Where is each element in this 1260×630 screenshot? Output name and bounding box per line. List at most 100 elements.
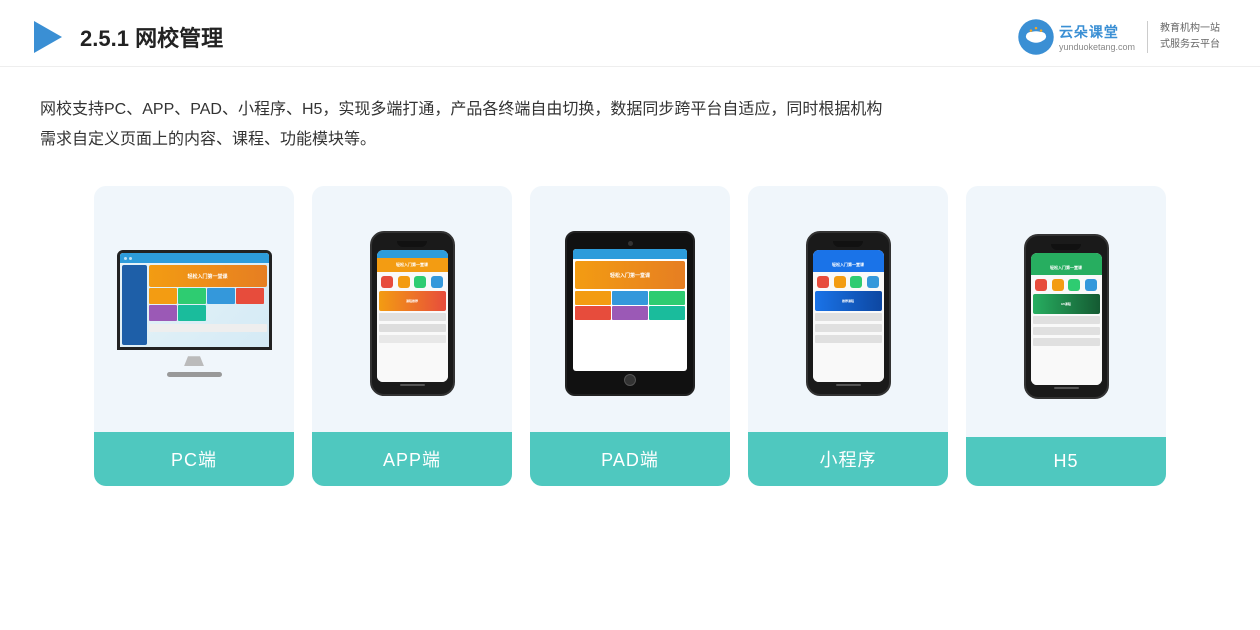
monitor-card <box>178 288 206 304</box>
phone-home-indicator-mini <box>836 384 861 386</box>
phone-icon <box>381 276 393 288</box>
phone-mockup-mini: 轻松入门第一堂课 推荐课程 <box>806 231 891 396</box>
monitor-main: 轻松入门第一堂课 <box>149 265 267 345</box>
phone-content-h5: H5课程 <box>1031 275 1102 385</box>
monitor-dot <box>129 257 132 260</box>
monitor-sidebar <box>122 265 147 345</box>
description-block: 网校支持PC、APP、PAD、小程序、H5，实现多端打通，产品各终端自由切换，数… <box>0 67 1260 166</box>
phone-banner-mini: 推荐课程 <box>815 291 882 311</box>
desktop-mockup: 轻松入门第一堂课 <box>117 250 272 377</box>
phone-content-block-mini <box>815 335 882 343</box>
phone-app-header: 轻松入门第一堂课 <box>377 258 448 272</box>
monitor-dot <box>124 257 127 260</box>
card-pc: 轻松入门第一堂课 <box>94 186 294 486</box>
tablet-camera <box>628 241 633 246</box>
phone-icon-h5 <box>1035 279 1047 291</box>
brand-name-column: 云朵课堂 yunduoketang.com <box>1059 22 1135 52</box>
monitor-card <box>236 288 264 304</box>
page-title: 2.5.1 网校管理 <box>80 21 223 53</box>
card-app-label: APP端 <box>312 432 512 486</box>
brand-logo: 云朵课堂 yunduoketang.com 教育机构一站 式服务云平台 <box>1017 18 1220 56</box>
monitor-stand <box>184 356 204 366</box>
tablet-topbar <box>573 249 687 259</box>
monitor-body: 轻松入门第一堂课 <box>117 250 272 350</box>
phone-banner: 课程推荐 <box>379 291 446 311</box>
brand-divider <box>1147 21 1148 53</box>
phone-mockup-h5: 轻松入门第一堂课 H5课程 <box>1024 234 1109 399</box>
play-icon <box>30 19 66 55</box>
phone-icon-row-mini <box>815 274 882 290</box>
header: 2.5.1 网校管理 云朵课堂 yunduoketang.com <box>0 0 1260 67</box>
phone-icon-row-h5 <box>1033 277 1100 293</box>
phone-home-indicator <box>400 384 425 386</box>
phone-notch-mini <box>833 241 863 247</box>
brand-icon <box>1017 18 1055 56</box>
card-miniprogram-image: 轻松入门第一堂课 推荐课程 <box>748 186 948 432</box>
brand-name-chinese: 云朵课堂 <box>1059 22 1135 42</box>
phone-content-block <box>379 313 446 321</box>
card-h5-image: 轻松入门第一堂课 H5课程 <box>966 186 1166 437</box>
tablet-mockup: 轻松入门第一堂课 <box>565 231 695 396</box>
monitor-card <box>178 305 206 321</box>
phone-status-bar-mini <box>813 250 884 258</box>
phone-content-block <box>379 335 446 343</box>
phone-notch-h5 <box>1051 244 1081 250</box>
phone-content-block-h5 <box>1033 327 1100 335</box>
tablet-banner: 轻松入门第一堂课 <box>575 261 685 289</box>
tablet-content: 轻松入门第一堂课 <box>573 259 687 371</box>
phone-notch <box>397 241 427 247</box>
card-pad-image: 轻松入门第一堂课 <box>530 186 730 432</box>
monitor-card <box>149 305 177 321</box>
card-app-image: 轻松入门第一堂课 课程推荐 <box>312 186 512 432</box>
cards-area: 轻松入门第一堂课 <box>0 166 1260 506</box>
phone-home-indicator-h5 <box>1054 387 1079 389</box>
phone-banner-h5: H5课程 <box>1033 294 1100 314</box>
tablet-screen: 轻松入门第一堂课 <box>573 249 687 371</box>
monitor-content: 轻松入门第一堂课 <box>120 263 269 347</box>
monitor-footer <box>149 324 267 332</box>
phone-app-header-mini: 轻松入门第一堂课 <box>813 258 884 272</box>
tablet-grid-item <box>575 291 611 305</box>
monitor-cards-row <box>149 288 267 321</box>
tablet-grid-item <box>612 291 648 305</box>
phone-status-bar <box>377 250 448 258</box>
phone-icon <box>414 276 426 288</box>
phone-content-block <box>379 324 446 332</box>
brand-url: yunduoketang.com <box>1059 42 1135 52</box>
phone-icon-row <box>379 274 446 290</box>
phone-icon-mini <box>850 276 862 288</box>
phone-content-block-mini <box>815 324 882 332</box>
card-miniprogram-label: 小程序 <box>748 432 948 486</box>
brand-slogan: 教育机构一站 式服务云平台 <box>1160 21 1220 53</box>
tablet-grid <box>575 291 685 320</box>
monitor-banner: 轻松入门第一堂课 <box>149 265 267 287</box>
monitor-screen: 轻松入门第一堂课 <box>120 253 269 347</box>
phone-screen-mini: 轻松入门第一堂课 推荐课程 <box>813 250 884 382</box>
tablet-home-button <box>624 374 636 386</box>
phone-icon <box>431 276 443 288</box>
phone-content: 课程推荐 <box>377 272 448 382</box>
monitor-card <box>149 288 177 304</box>
phone-status-bar-h5 <box>1031 253 1102 261</box>
phone-icon-mini <box>867 276 879 288</box>
phone-icon-mini <box>834 276 846 288</box>
monitor-base <box>167 372 222 377</box>
phone-content-mini: 推荐课程 <box>813 272 884 382</box>
phone-icon-mini <box>817 276 829 288</box>
description-line1: 网校支持PC、APP、PAD、小程序、H5，实现多端打通，产品各终端自由切换，数… <box>40 95 1220 125</box>
card-pc-image: 轻松入门第一堂课 <box>94 186 294 432</box>
phone-content-block-h5 <box>1033 316 1100 324</box>
card-h5-label: H5 <box>966 437 1166 486</box>
card-h5: 轻松入门第一堂课 H5课程 <box>966 186 1166 486</box>
phone-screen-h5: 轻松入门第一堂课 H5课程 <box>1031 253 1102 385</box>
phone-content-block-mini <box>815 313 882 321</box>
page: 2.5.1 网校管理 云朵课堂 yunduoketang.com <box>0 0 1260 630</box>
tablet-grid-item <box>575 306 611 320</box>
card-pad-label: PAD端 <box>530 432 730 486</box>
tablet-grid-item <box>649 306 685 320</box>
phone-screen: 轻松入门第一堂课 课程推荐 <box>377 250 448 382</box>
phone-icon-h5 <box>1052 279 1064 291</box>
header-left: 2.5.1 网校管理 <box>30 19 223 55</box>
tablet-grid-item <box>649 291 685 305</box>
phone-icon <box>398 276 410 288</box>
